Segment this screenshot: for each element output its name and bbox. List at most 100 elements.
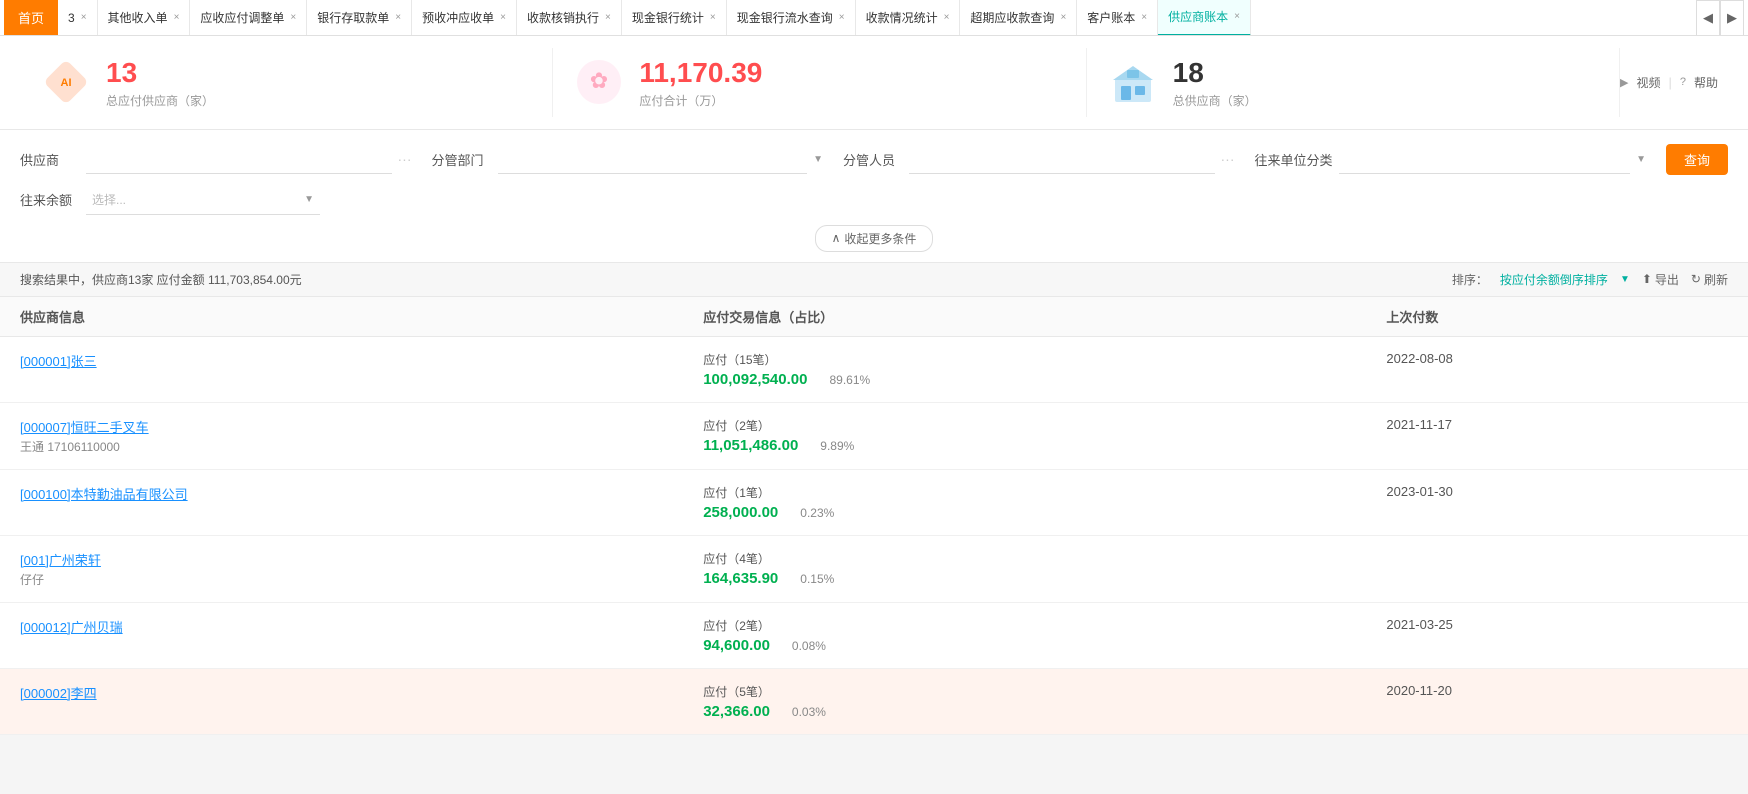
nav-home-tab[interactable]: 首页 [4, 0, 58, 36]
supplier-dots[interactable]: ··· [398, 151, 412, 167]
export-button[interactable]: ⬆ 导出 [1642, 271, 1679, 288]
table-row: [000007]恒旺二手叉车王通 17106110000应付（2笔）11,051… [0, 403, 1748, 470]
video-link[interactable]: 视频 [1636, 74, 1660, 91]
nav-tab[interactable]: 其他收入单× [98, 0, 191, 36]
category-input[interactable] [1339, 144, 1631, 174]
nav-tab[interactable]: 供应商账本× [1158, 0, 1251, 36]
help-link[interactable]: 帮助 [1694, 74, 1718, 91]
supplier-name-link[interactable]: [001]广州荣轩 [20, 553, 101, 568]
trade-percent: 0.15% [800, 572, 834, 586]
nav-tab[interactable]: 客户账本× [1077, 0, 1158, 36]
close-tab-icon[interactable]: × [605, 12, 611, 23]
supplier-cell: [000007]恒旺二手叉车王通 17106110000 [20, 417, 703, 455]
nav-tab[interactable]: 现金银行流水查询× [727, 0, 856, 36]
nav-tab[interactable]: 预收冲应收单× [412, 0, 517, 36]
close-tab-icon[interactable]: × [395, 12, 401, 23]
balance-select[interactable]: 选择... ▼ [86, 185, 320, 215]
supplier-filter: 供应商 ··· [20, 144, 412, 174]
nav-right-arrow[interactable]: ▶ [1720, 0, 1744, 36]
balance-chevron-down-icon: ▼ [304, 194, 314, 205]
trade-percent: 89.61% [829, 373, 870, 387]
nav-tab[interactable]: 收款情况统计× [856, 0, 961, 36]
nav-tab[interactable]: 收款核销执行× [517, 0, 622, 36]
trade-cell: 应付（15笔）100,092,540.0089.61% [703, 351, 1386, 388]
trade-amount[interactable]: 11,051,486.00 [703, 437, 798, 454]
last-pay-cell: 2021-11-17 [1386, 417, 1728, 432]
close-tab-icon[interactable]: × [500, 12, 506, 23]
trade-amount[interactable]: 94,600.00 [703, 637, 770, 654]
summary-icon-2: ✿ [573, 56, 625, 108]
trade-percent: 0.08% [792, 639, 826, 653]
supplier-name-link[interactable]: [000012]广州贝瑞 [20, 620, 123, 635]
divider: | [1668, 75, 1671, 90]
nav-home-label: 首页 [18, 8, 44, 27]
nav-tab[interactable]: 应收应付调整单× [190, 0, 307, 36]
nav-tab[interactable]: 现金银行统计× [622, 0, 727, 36]
refresh-button[interactable]: ↻ 刷新 [1691, 271, 1728, 288]
query-button[interactable]: 查询 [1666, 144, 1728, 175]
trade-amount[interactable]: 100,092,540.00 [703, 371, 807, 388]
supplier-input[interactable] [86, 144, 392, 174]
supplier-name-link[interactable]: [000007]恒旺二手叉车 [20, 420, 149, 435]
close-tab-icon[interactable]: × [1234, 11, 1240, 22]
sort-value[interactable]: 按应付余额倒序排序 [1500, 271, 1608, 288]
nav-tab[interactable]: 超期应收款查询× [960, 0, 1077, 36]
close-tab-icon[interactable]: × [710, 12, 716, 23]
nav-left-arrow[interactable]: ◀ [1696, 0, 1720, 36]
table-area: 供应商信息 应付交易信息（占比） 上次付数 [000001]张三应付（15笔）1… [0, 297, 1748, 735]
help-icon: ? [1680, 76, 1686, 88]
category-label: 往来单位分类 [1255, 150, 1333, 169]
table-row: [000002]李四应付（5笔）32,366.000.03%2020-11-20 [0, 669, 1748, 735]
dept-chevron-down-icon[interactable]: ▼ [813, 154, 823, 165]
sort-chevron-down-icon[interactable]: ▼ [1620, 274, 1630, 285]
result-summary: 搜索结果中，供应商13家 应付金额 111,703,854.00元 [20, 271, 302, 288]
svg-text:✿: ✿ [590, 68, 608, 93]
close-tab-icon[interactable]: × [174, 12, 180, 23]
nav-tab[interactable]: 3× [58, 0, 98, 36]
result-bar: 搜索结果中，供应商13家 应付金额 111,703,854.00元 排序： 按应… [0, 263, 1748, 297]
close-tab-icon[interactable]: × [839, 12, 845, 23]
category-chevron-down-icon[interactable]: ▼ [1636, 154, 1646, 165]
trade-percent: 0.03% [792, 705, 826, 719]
person-dots[interactable]: ··· [1221, 151, 1235, 167]
top-nav: 首页 3×其他收入单×应收应付调整单×银行存取款单×预收冲应收单×收款核销执行×… [0, 0, 1748, 36]
result-actions: 排序： 按应付余额倒序排序 ▼ ⬆ 导出 ↻ 刷新 [1452, 271, 1728, 288]
balance-placeholder: 选择... [92, 191, 126, 208]
card3-num: 18 [1173, 56, 1257, 90]
supplier-sub: 王通 17106110000 [20, 438, 703, 455]
summary-text-3: 18 总供应商（家） [1173, 56, 1257, 109]
summary-links: ▶ 视频 | ? 帮助 [1620, 74, 1728, 91]
trade-amount[interactable]: 258,000.00 [703, 504, 778, 521]
close-tab-icon[interactable]: × [944, 12, 950, 23]
dept-input[interactable] [498, 144, 808, 174]
last-pay-cell: 2021-03-25 [1386, 617, 1728, 632]
table-body: [000001]张三应付（15笔）100,092,540.0089.61%202… [0, 337, 1748, 735]
close-tab-icon[interactable]: × [290, 12, 296, 23]
close-tab-icon[interactable]: × [81, 12, 87, 23]
nav-tab[interactable]: 银行存取款单× [307, 0, 412, 36]
card1-num: 13 [106, 56, 214, 90]
table-header: 供应商信息 应付交易信息（占比） 上次付数 [0, 297, 1748, 337]
trade-label: 应付（4笔） [703, 550, 770, 567]
trade-percent: 9.89% [820, 439, 854, 453]
close-tab-icon[interactable]: × [1060, 12, 1066, 23]
supplier-name-link[interactable]: [000001]张三 [20, 354, 97, 369]
card2-label: 应付合计（万） [639, 92, 762, 109]
supplier-name-link[interactable]: [000002]李四 [20, 686, 97, 701]
summary-bar: AI 13 总应付供应商（家） ✿ 11,170.39 应付合计（万） [0, 36, 1748, 130]
trade-label: 应付（2笔） [703, 617, 770, 634]
supplier-name-link[interactable]: [000100]本特勤油品有限公司 [20, 487, 188, 502]
summary-icon-1: AI [40, 56, 92, 108]
table-row: [000001]张三应付（15笔）100,092,540.0089.61%202… [0, 337, 1748, 403]
collapse-button[interactable]: ∧ 收起更多条件 [815, 225, 934, 252]
person-input[interactable] [909, 144, 1215, 174]
table-row: [001]广州荣轩仔仔应付（4笔）164,635.900.15% [0, 536, 1748, 603]
trade-amount[interactable]: 164,635.90 [703, 570, 778, 587]
supplier-label: 供应商 [20, 150, 80, 169]
last-pay-cell: 2022-08-08 [1386, 351, 1728, 366]
trade-amount[interactable]: 32,366.00 [703, 703, 770, 720]
star-icon: ✿ [573, 56, 625, 108]
close-tab-icon[interactable]: × [1141, 12, 1147, 23]
supplier-cell: [000100]本特勤油品有限公司 [20, 484, 703, 503]
person-filter: 分管人员 ··· [843, 144, 1235, 174]
